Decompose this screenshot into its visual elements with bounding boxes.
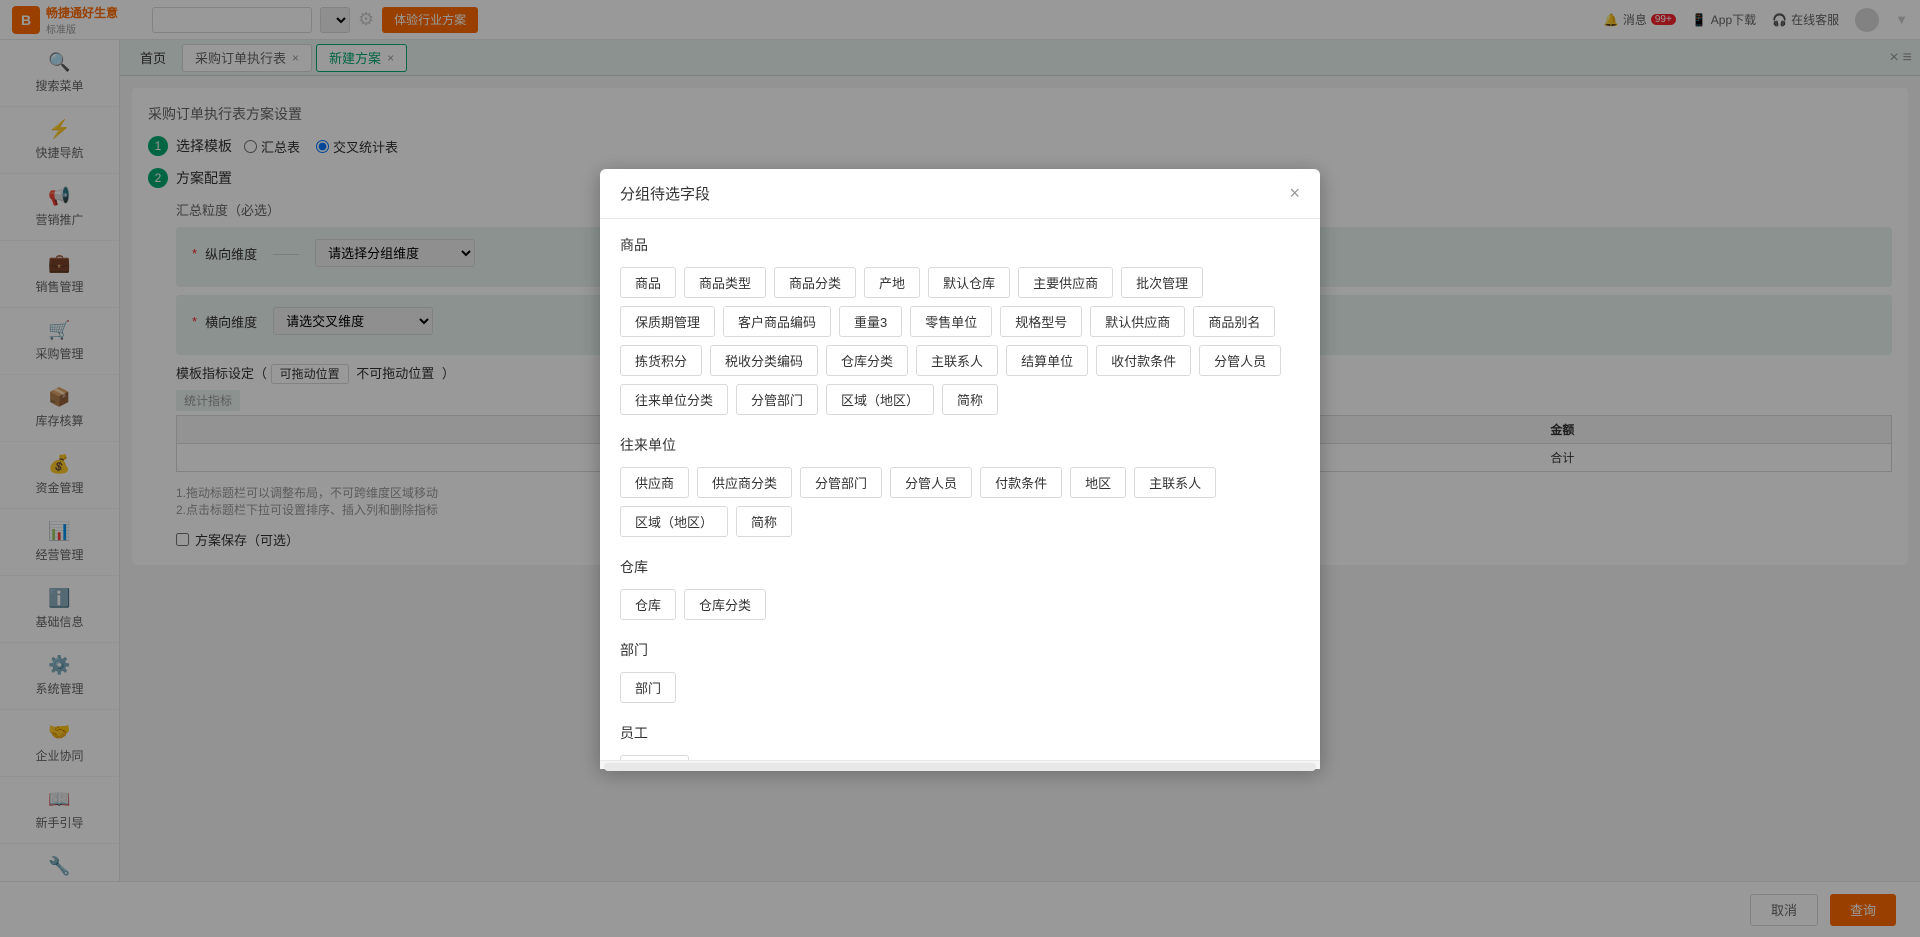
field-tag-1-0[interactable]: 供应商 [620,467,689,498]
field-tag-0-23[interactable]: 区域（地区） [826,384,934,415]
field-tag-0-7[interactable]: 保质期管理 [620,306,715,337]
field-tag-0-24[interactable]: 简称 [942,384,998,415]
modal-header: 分组待选字段 × [600,169,1320,219]
field-tag-1-2[interactable]: 分管部门 [800,467,882,498]
field-tag-0-10[interactable]: 零售单位 [910,306,992,337]
field-tag-1-8[interactable]: 简称 [736,506,792,537]
field-tag-0-1[interactable]: 商品类型 [684,267,766,298]
section-title-partner: 往来单位 [620,435,1300,455]
section-title-warehouse: 仓库 [620,557,1300,577]
field-tag-0-3[interactable]: 产地 [864,267,920,298]
field-tag-0-19[interactable]: 收付款条件 [1096,345,1191,376]
field-tag-2-0[interactable]: 仓库 [620,589,676,620]
field-tag-0-0[interactable]: 商品 [620,267,676,298]
field-section-product: 商品 商品商品类型商品分类产地默认仓库主要供应商批次管理保质期管理客户商品编码重… [620,235,1300,415]
field-section-warehouse: 仓库 仓库仓库分类 [620,557,1300,620]
section-title-dept: 部门 [620,640,1300,660]
field-tag-2-1[interactable]: 仓库分类 [684,589,766,620]
modal-body[interactable]: 商品 商品商品类型商品分类产地默认仓库主要供应商批次管理保质期管理客户商品编码重… [600,219,1320,760]
field-tag-0-16[interactable]: 仓库分类 [826,345,908,376]
field-tag-0-22[interactable]: 分管部门 [736,384,818,415]
section-title-product: 商品 [620,235,1300,255]
field-tag-0-6[interactable]: 批次管理 [1121,267,1203,298]
field-tag-0-20[interactable]: 分管人员 [1199,345,1281,376]
field-tag-0-12[interactable]: 默认供应商 [1090,306,1185,337]
modal-hscroll [600,760,1320,769]
field-tag-0-14[interactable]: 拣货积分 [620,345,702,376]
modal-overlay: 分组待选字段 × 商品 商品商品类型商品分类产地默认仓库主要供应商批次管理保质期… [0,0,1920,937]
field-tag-0-5[interactable]: 主要供应商 [1018,267,1113,298]
field-tag-0-2[interactable]: 商品分类 [774,267,856,298]
field-tag-0-17[interactable]: 主联系人 [916,345,998,376]
modal-title: 分组待选字段 [620,183,710,204]
field-tag-0-8[interactable]: 客户商品编码 [723,306,831,337]
field-tag-0-9[interactable]: 重量3 [839,306,902,337]
field-tag-0-18[interactable]: 结算单位 [1006,345,1088,376]
field-tag-1-3[interactable]: 分管人员 [890,467,972,498]
field-tag-0-13[interactable]: 商品别名 [1193,306,1275,337]
modal-close-btn[interactable]: × [1289,184,1300,202]
field-grid-product: 商品商品类型商品分类产地默认仓库主要供应商批次管理保质期管理客户商品编码重量3 零… [620,267,1300,415]
field-tag-0-21[interactable]: 往来单位分类 [620,384,728,415]
field-tag-1-7[interactable]: 区域（地区） [620,506,728,537]
field-tag-0-15[interactable]: 税收分类编码 [710,345,818,376]
field-tag-1-1[interactable]: 供应商分类 [697,467,792,498]
field-tag-1-6[interactable]: 主联系人 [1134,467,1216,498]
field-section-dept: 部门 部门 [620,640,1300,703]
field-tag-0-4[interactable]: 默认仓库 [928,267,1010,298]
field-grid-partner: 供应商供应商分类分管部门分管人员付款条件地区主联系人区域（地区） 简称 [620,467,1300,537]
field-grid-warehouse: 仓库仓库分类 [620,589,1300,620]
field-tag-0-11[interactable]: 规格型号 [1000,306,1082,337]
field-section-partner: 往来单位 供应商供应商分类分管部门分管人员付款条件地区主联系人区域（地区） 简称 [620,435,1300,537]
section-title-staff: 员工 [620,723,1300,743]
field-section-staff: 员工 业务员 [620,723,1300,760]
field-tag-3-0[interactable]: 部门 [620,672,676,703]
field-tag-1-5[interactable]: 地区 [1070,467,1126,498]
field-grid-dept: 部门 [620,672,1300,703]
field-tag-1-4[interactable]: 付款条件 [980,467,1062,498]
field-selection-modal: 分组待选字段 × 商品 商品商品类型商品分类产地默认仓库主要供应商批次管理保质期… [600,169,1320,769]
